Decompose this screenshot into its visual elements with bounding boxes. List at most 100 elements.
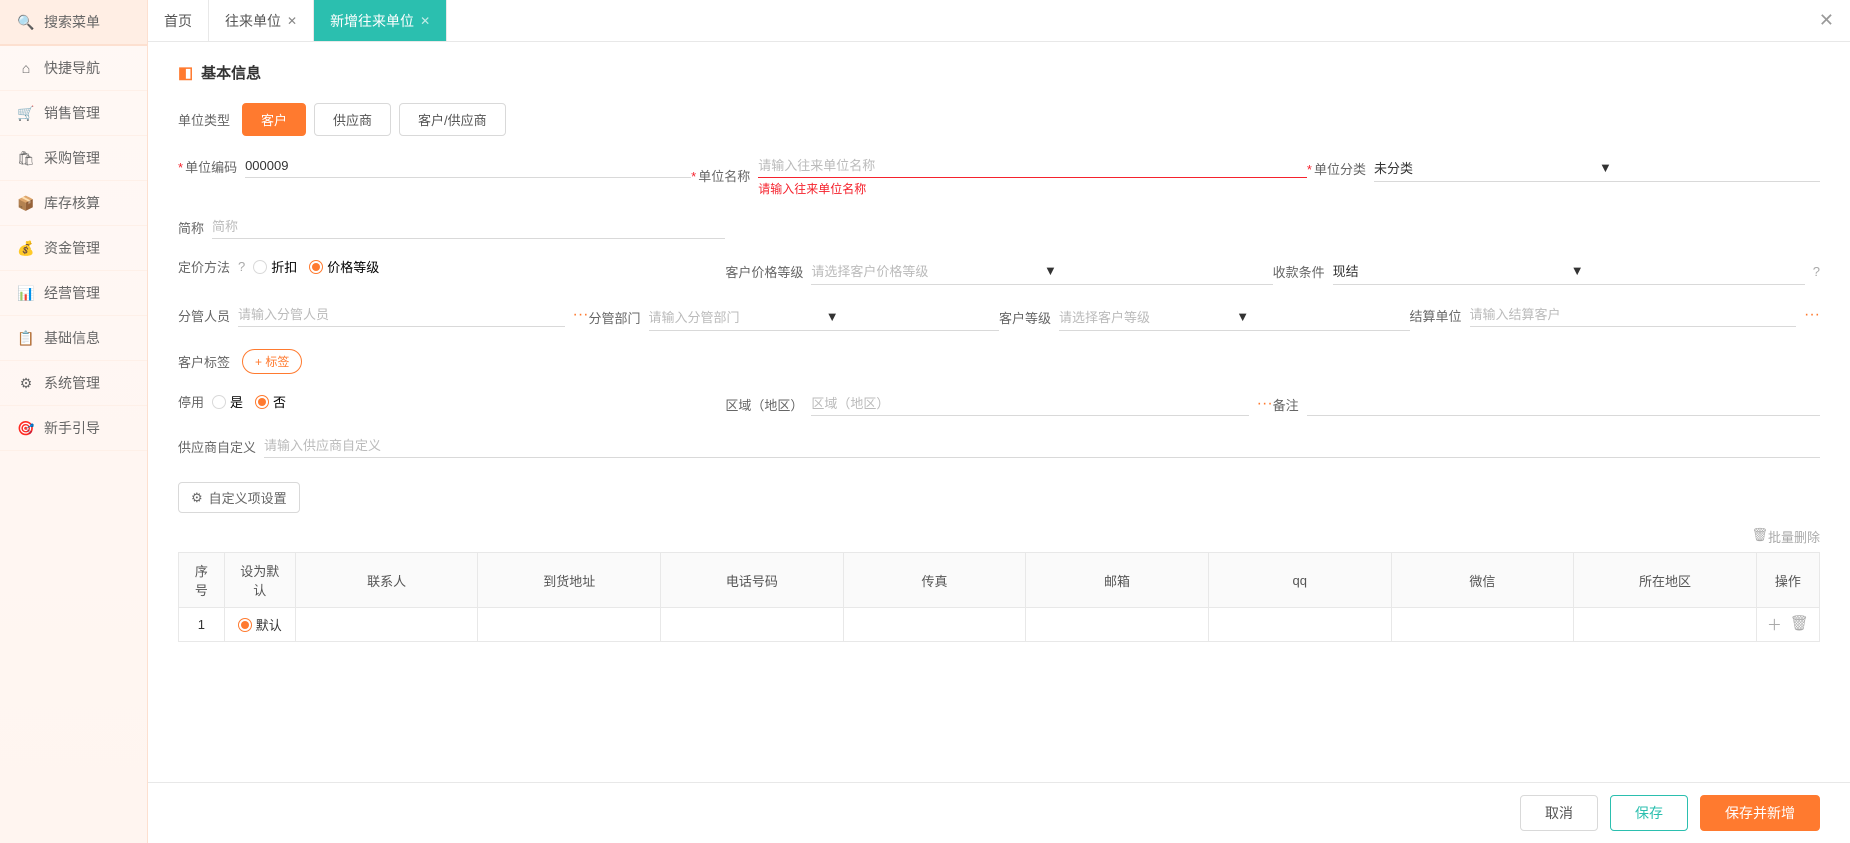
cell-region[interactable]	[1574, 608, 1757, 642]
sidebar-item-inventory[interactable]: 📦 库存核算	[0, 181, 147, 226]
sidebar-item-system[interactable]: ⚙ 系统管理	[0, 361, 147, 406]
col-action: 操作	[1756, 553, 1819, 608]
manager-more-btn[interactable]: ···	[573, 306, 589, 324]
sidebar-item-operations[interactable]: 📊 经营管理	[0, 271, 147, 316]
cell-wechat[interactable]	[1391, 608, 1574, 642]
qq-input[interactable]	[1219, 617, 1381, 632]
add-tag-button[interactable]: + 标签	[242, 349, 302, 374]
form-row-unit-type: 单位类型 客户 供应商 客户/供应商	[178, 103, 1820, 136]
sidebar-item-label: 库存核算	[44, 193, 100, 213]
supplier-custom-label: 供应商自定义	[178, 437, 256, 456]
pricing-help-icon[interactable]: ?	[238, 259, 245, 274]
sidebar-item-quick-nav[interactable]: ⌂ 快捷导航	[0, 46, 147, 91]
section-header: ◧ 基本信息	[178, 62, 1820, 83]
payment-terms-help-icon[interactable]: ?	[1813, 264, 1820, 279]
cell-default[interactable]: 默认	[224, 608, 295, 642]
region-input[interactable]	[811, 392, 1248, 416]
cell-contact[interactable]	[295, 608, 478, 642]
custom-settings-label: 自定义项设置	[209, 488, 287, 507]
pricing-radio-price-level[interactable]: 价格等级	[309, 257, 379, 276]
sidebar-item-finance[interactable]: 💰 资金管理	[0, 226, 147, 271]
save-button[interactable]: 保存	[1610, 795, 1688, 831]
form-row-misc: 停用 是 否 区域（地区） ··· 备注	[178, 392, 1820, 416]
tab-home[interactable]: 首页	[148, 0, 209, 41]
tab-new-contact[interactable]: 新增往来单位 ✕	[314, 0, 447, 41]
settlement-unit-input[interactable]	[1470, 303, 1797, 327]
search-icon: 🔍	[16, 12, 36, 32]
region-label: 区域（地区）	[725, 395, 803, 414]
fax-input[interactable]	[854, 617, 1016, 632]
sales-icon: 🛒	[16, 103, 36, 123]
save-new-button[interactable]: 保存并新增	[1700, 795, 1820, 831]
disabled-radio-no[interactable]: 否	[255, 392, 286, 411]
unit-btn-both[interactable]: 客户/供应商	[399, 103, 506, 136]
remarks-input[interactable]	[1307, 392, 1820, 416]
sidebar-item-guide[interactable]: 🎯 新手引导	[0, 406, 147, 451]
cell-qq[interactable]	[1208, 608, 1391, 642]
sidebar-item-search[interactable]: 🔍 搜索菜单	[0, 0, 147, 46]
supplier-custom-input[interactable]	[264, 434, 1820, 458]
address-input[interactable]	[488, 617, 650, 632]
sidebar-item-label: 新手引导	[44, 418, 100, 438]
email-input[interactable]	[1036, 617, 1198, 632]
cell-fax[interactable]	[843, 608, 1026, 642]
disabled-radio-yes[interactable]: 是	[212, 392, 243, 411]
customer-price-level-arrow: ▼	[1044, 263, 1273, 278]
pricing-radio-discount[interactable]: 折扣	[253, 257, 297, 276]
form-row-manager: 分管人员 ··· 分管部门 请输入分管部门 ▼ 客户等级 请选择客户等级 ▼ 结…	[178, 303, 1820, 331]
unit-type-field: 单位类型 客户 供应商 客户/供应商	[178, 103, 506, 136]
phone-input[interactable]	[671, 617, 833, 632]
contact-input[interactable]	[306, 617, 468, 632]
default-radio-circle	[238, 618, 252, 632]
region-more-btn[interactable]: ···	[1257, 395, 1273, 413]
default-radio-item[interactable]: 默认	[235, 615, 285, 634]
department-select[interactable]: 请输入分管部门 ▼	[649, 303, 999, 331]
unit-name-wrapper: 请输入往来单位名称	[758, 154, 1307, 197]
unit-category-select[interactable]: 未分类 ▼	[1374, 154, 1820, 182]
tab-contacts-close[interactable]: ✕	[287, 14, 297, 28]
unit-btn-customer[interactable]: 客户	[242, 103, 306, 136]
col-qq: qq	[1208, 553, 1391, 608]
unit-name-input[interactable]	[758, 154, 1307, 178]
tab-new-contact-close[interactable]: ✕	[420, 14, 430, 28]
customer-price-level-select[interactable]: 请选择客户价格等级 ▼	[811, 257, 1272, 285]
form-row-pricing: 定价方法 ? 折扣 价格等级 客户价格等级 请选择客户价格等级	[178, 257, 1820, 285]
unit-code-input[interactable]	[245, 154, 691, 178]
short-name-input[interactable]	[212, 215, 725, 239]
customer-level-label: 客户等级	[999, 308, 1051, 327]
cell-address[interactable]	[478, 608, 661, 642]
manager-input[interactable]	[238, 303, 565, 327]
sidebar-item-purchase[interactable]: 🛍 采购管理	[0, 136, 147, 181]
delete-row-icon[interactable]: 🗑	[1790, 614, 1809, 635]
manager-field: 分管人员 ···	[178, 303, 589, 327]
price-level-radio-circle	[309, 260, 323, 274]
manager-label: 分管人员	[178, 306, 230, 325]
system-icon: ⚙	[16, 373, 36, 393]
sidebar-item-sales[interactable]: 🛒 销售管理	[0, 91, 147, 136]
settlement-unit-label: 结算单位	[1410, 306, 1462, 325]
batch-delete-btn[interactable]: 🗑 批量删除	[178, 527, 1820, 546]
form-row-unit-info: 单位编码 单位名称 请输入往来单位名称 单位分类 未分类 ▼	[178, 154, 1820, 197]
cell-phone[interactable]	[661, 608, 844, 642]
col-default: 设为默认	[224, 553, 295, 608]
tab-contacts[interactable]: 往来单位 ✕	[209, 0, 314, 41]
payment-terms-field: 收款条件 现结 ▼ ?	[1273, 257, 1820, 285]
remarks-label: 备注	[1273, 395, 1299, 414]
cell-actions: ＋ 🗑	[1756, 608, 1819, 642]
payment-terms-select[interactable]: 现结 ▼	[1333, 257, 1805, 285]
payment-terms-value: 现结	[1333, 261, 1567, 280]
custom-settings-button[interactable]: ⚙ 自定义项设置	[178, 482, 300, 513]
no-radio-circle	[255, 395, 269, 409]
sidebar-item-basic-info[interactable]: 📋 基础信息	[0, 316, 147, 361]
window-close-button[interactable]: ✕	[1803, 0, 1850, 41]
yes-label: 是	[230, 392, 243, 411]
cancel-button[interactable]: 取消	[1520, 795, 1598, 831]
customer-level-select[interactable]: 请选择客户等级 ▼	[1059, 303, 1409, 331]
settlement-unit-more-btn[interactable]: ···	[1804, 306, 1820, 324]
wechat-input[interactable]	[1402, 617, 1564, 632]
unit-btn-supplier[interactable]: 供应商	[314, 103, 391, 136]
region-cell-input[interactable]	[1584, 617, 1746, 632]
cell-email[interactable]	[1026, 608, 1209, 642]
add-row-icon[interactable]: ＋	[1767, 614, 1782, 635]
cell-seq: 1	[179, 608, 225, 642]
